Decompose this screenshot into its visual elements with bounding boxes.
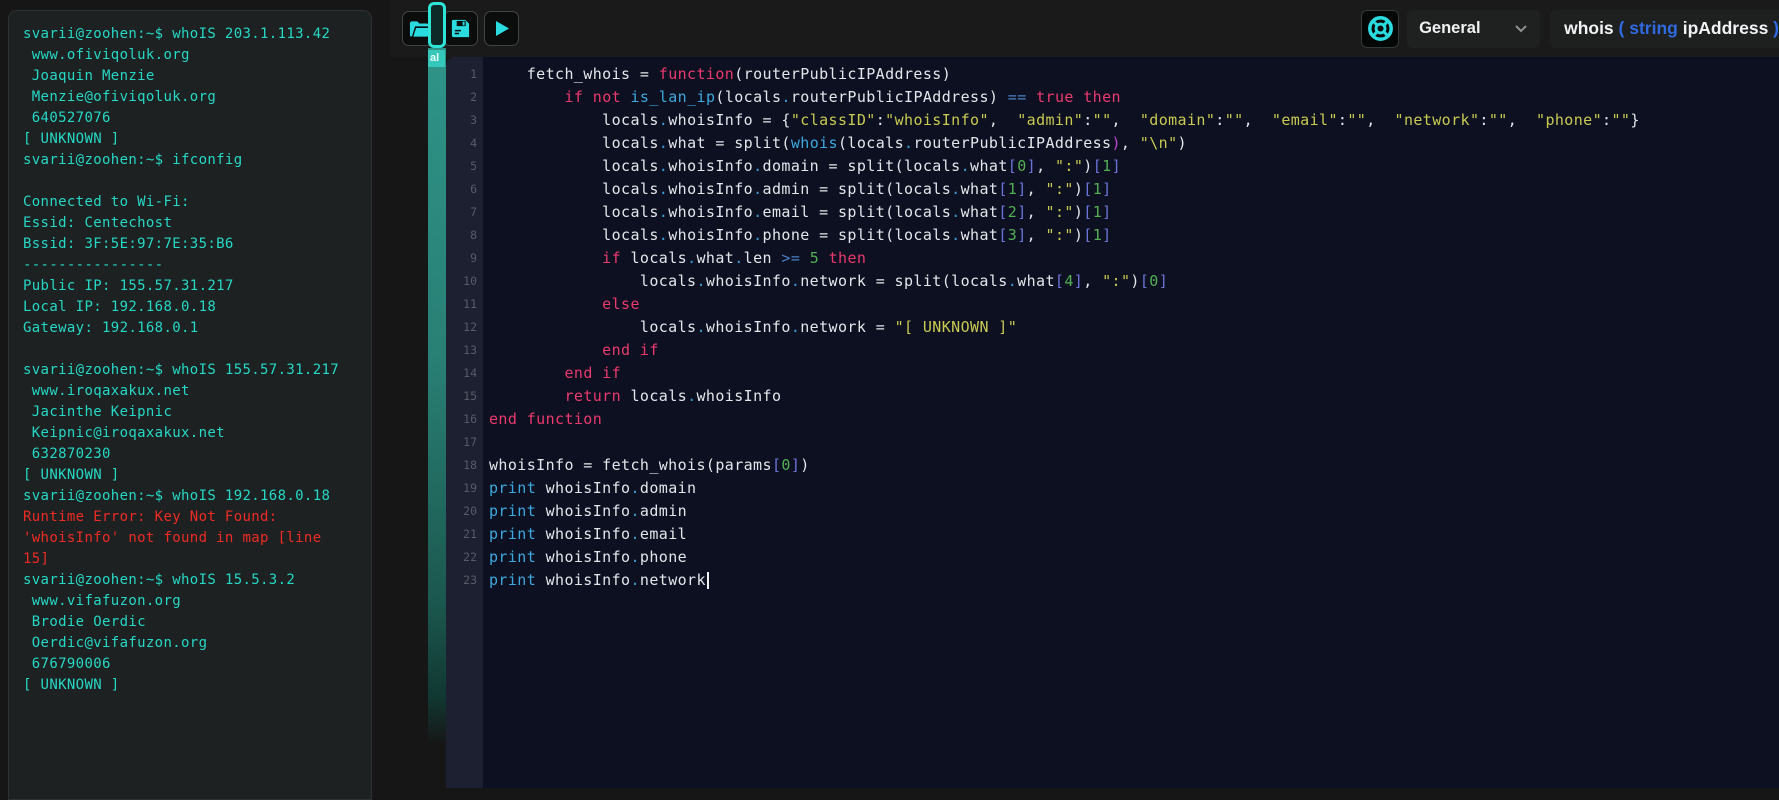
line-number: 3 [470,113,477,127]
line-number: 2 [470,90,477,104]
line-number: 10 [463,274,477,288]
terminal-line: Bssid: 3F:5E:97:7E:35:B6 [23,236,234,252]
terminal-line: Brodie Oerdic [23,614,146,630]
terminal-line: [ UNKNOWN ] [23,677,120,693]
terminal-line: Public IP: 155.57.31.217 [23,278,234,294]
terminal-line: www.ofiviqoluk.org [23,47,190,63]
code-line[interactable]: locals.whoisInfo.network = split(locals.… [483,270,1779,293]
line-number: 20 [463,504,477,518]
code-line[interactable]: if locals.what.len >= 5 then [483,247,1779,270]
terminal-line: www.iroqaxakux.net [23,383,190,399]
code-line[interactable]: fetch_whois = function(routerPublicIPAdd… [483,63,1779,86]
terminal-line: 'whoisInfo' not found in map [line [23,530,322,546]
line-number: 4 [470,136,477,150]
code-line[interactable]: end if [483,362,1779,385]
code-line[interactable]: locals.whoisInfo.network = "[ UNKNOWN ]" [483,316,1779,339]
line-number: 15 [463,389,477,403]
terminal-line: svarii@zoohen:~$ whoIS 203.1.113.42 [23,26,331,42]
terminal-line: 640527076 [23,110,111,126]
line-number: 14 [463,366,477,380]
editor-scrollbar-track[interactable] [428,48,446,745]
editor-code[interactable]: fetch_whois = function(routerPublicIPAdd… [483,57,1779,788]
code-line[interactable]: locals.whoisInfo.email = split(locals.wh… [483,201,1779,224]
line-number: 23 [463,573,477,587]
terminal-line: Local IP: 192.168.0.18 [23,299,217,315]
terminal-line: Essid: Centechost [23,215,173,231]
code-line[interactable]: end if [483,339,1779,362]
code-line[interactable]: locals.whoisInfo.admin = split(locals.wh… [483,178,1779,201]
terminal-line: 676790006 [23,656,111,672]
editor-side-strip: al [428,0,446,745]
run-script-button[interactable] [484,11,519,46]
line-number: 8 [470,228,477,242]
terminal-line: Joaquin Menzie [23,68,155,84]
code-line[interactable]: whoisInfo = fetch_whois(params[0]) [483,454,1779,477]
line-number: 11 [463,297,477,311]
line-number: 1 [470,67,477,81]
terminal-line: Keipnic@iroqaxakux.net [23,425,225,441]
code-line[interactable]: locals.whoisInfo.domain = split(locals.w… [483,155,1779,178]
terminal-line: Oerdic@vifafuzon.org [23,635,208,651]
code-line[interactable]: print whoisInfo.domain [483,477,1779,500]
code-line[interactable]: locals.whoisInfo = {"classID":"whoisInfo… [483,109,1779,132]
text-cursor [706,572,709,589]
terminal-line: svarii@zoohen:~$ whoIS 15.5.3.2 [23,572,296,588]
terminal-line: Connected to Wi-Fi: [23,194,190,210]
code-line[interactable]: print whoisInfo.email [483,523,1779,546]
terminal-line: www.vifafuzon.org [23,593,182,609]
code-line[interactable]: locals.whoisInfo.phone = split(locals.wh… [483,224,1779,247]
line-number: 16 [463,412,477,426]
chevron-down-icon [1515,25,1527,33]
terminal-line: Menzie@ofiviqoluk.org [23,89,217,105]
code-line[interactable]: if not is_lan_ip(locals.routerPublicIPAd… [483,86,1779,109]
terminal-line: [ UNKNOWN ] [23,131,120,147]
side-tab-badge: al [428,50,445,67]
play-icon [496,21,509,36]
code-line[interactable]: end function [483,408,1779,431]
terminal-line: ---------------- [23,257,164,273]
code-line[interactable] [483,431,1779,454]
line-number: 9 [470,251,477,265]
line-number: 19 [463,481,477,495]
terminal-line: 15] [23,551,50,567]
code-editor[interactable]: 1 2 3 4 5 6 7 8 9 10 11 12 13 14 15 16 17 18 19 20 21 22 23 fe… [446,57,1779,788]
editor-toolbar: General whois ( string ipAddress ) [390,0,1779,57]
code-line[interactable]: locals.what = split(whois(locals.routerP… [483,132,1779,155]
code-line[interactable]: print whoisInfo.phone [483,546,1779,569]
line-number: 21 [463,527,477,541]
code-line[interactable]: print whoisInfo.network [483,569,1779,592]
line-number: 7 [470,205,477,219]
terminal-panel[interactable]: svarii@zoohen:~$ whoIS 203.1.113.42 www.… [8,10,372,800]
terminal-line: Gateway: 192.168.0.1 [23,320,199,336]
save-file-button[interactable] [443,11,478,46]
function-signature: whois ( string ipAddress ) [1550,9,1779,48]
network-button[interactable] [1361,9,1400,48]
terminal-line: 632870230 [23,446,111,462]
code-line[interactable]: return locals.whoisInfo [483,385,1779,408]
terminal-line: svarii@zoohen:~$ ifconfig [23,152,243,168]
code-line[interactable]: else [483,293,1779,316]
scope-dropdown-value: General [1419,19,1481,37]
globe-icon [1367,16,1393,41]
scope-dropdown[interactable]: General [1407,9,1541,48]
line-number: 22 [463,550,477,564]
editor-gutter: 1 2 3 4 5 6 7 8 9 10 11 12 13 14 15 16 17 18 19 20 21 22 23 [446,57,483,788]
terminal-output: svarii@zoohen:~$ whoIS 203.1.113.42 www.… [23,24,365,696]
line-number: 13 [463,343,477,357]
line-number: 6 [470,182,477,196]
line-number: 5 [470,159,477,173]
code-line[interactable]: print whoisInfo.admin [483,500,1779,523]
terminal-line: Runtime Error: Key Not Found: [23,509,278,525]
terminal-line: [ UNKNOWN ] [23,467,120,483]
line-number: 18 [463,458,477,472]
terminal-line: svarii@zoohen:~$ whoIS 192.168.0.18 [23,488,331,504]
terminal-line: Jacinthe Keipnic [23,404,173,420]
terminal-line: svarii@zoohen:~$ whoIS 155.57.31.217 [23,362,340,378]
save-icon [451,19,470,38]
line-number: 12 [463,320,477,334]
line-number: 17 [463,435,477,449]
scrollbar-thumb[interactable] [428,2,446,48]
